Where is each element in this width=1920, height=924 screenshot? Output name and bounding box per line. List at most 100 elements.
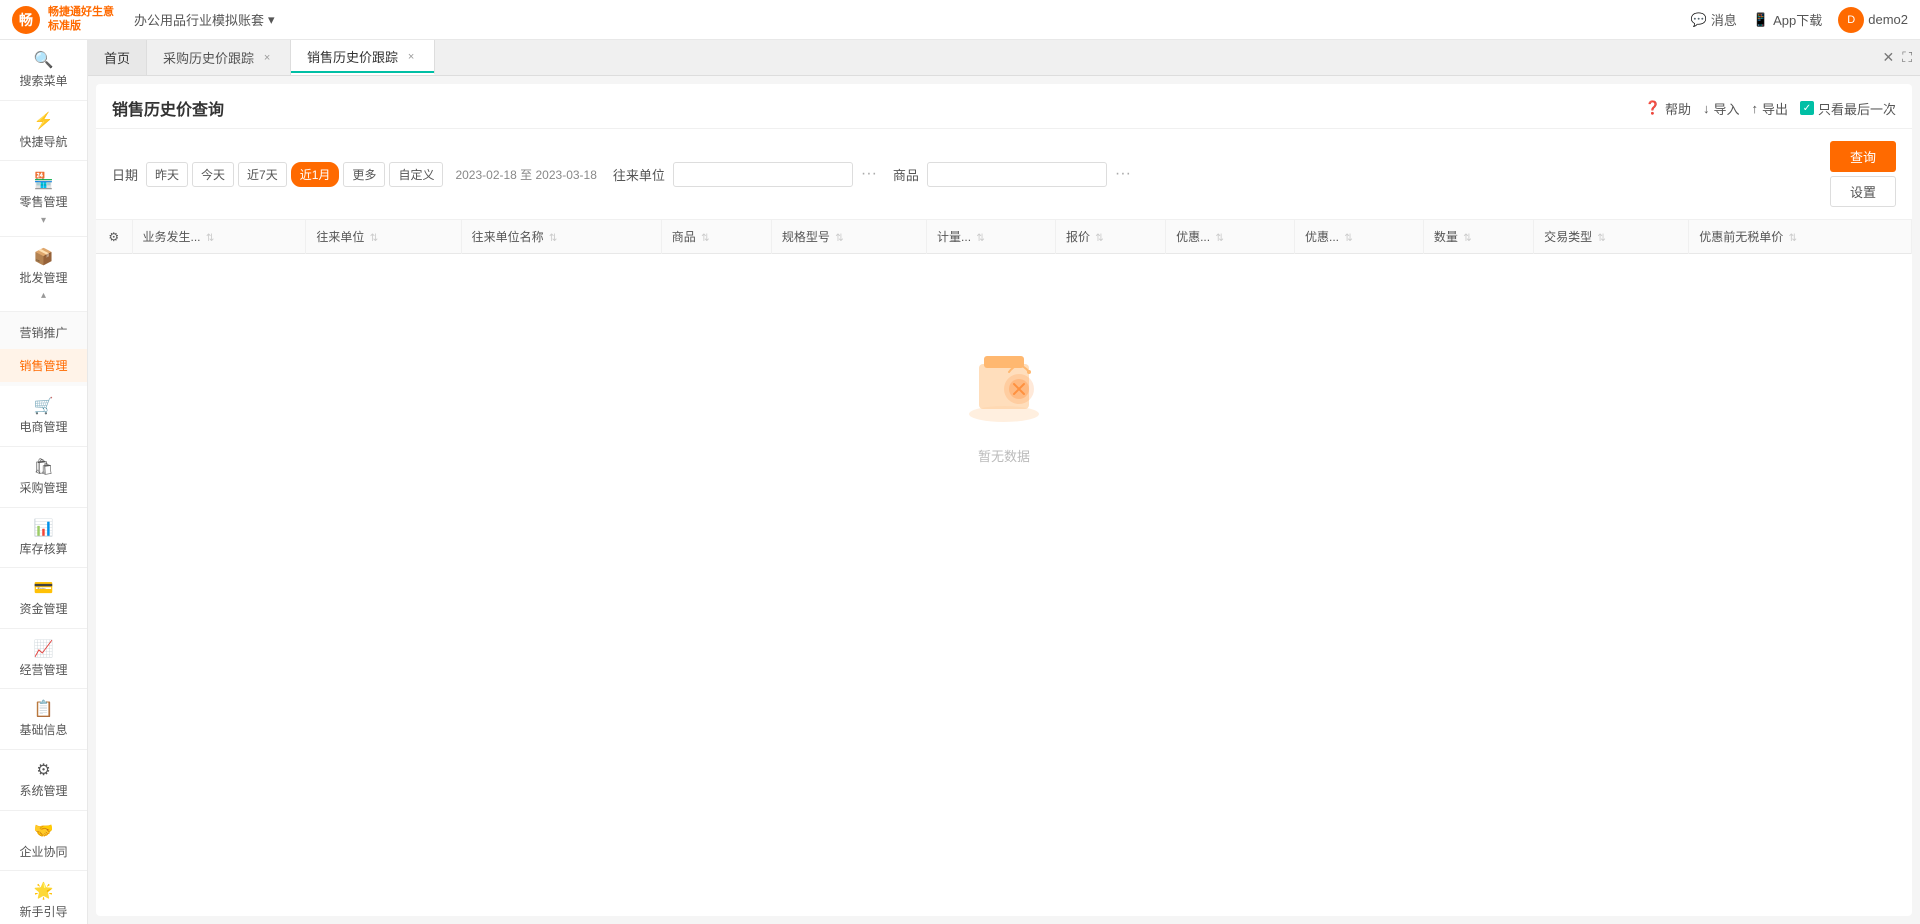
sidebar-item-finance[interactable]: 💳 资金管理 (0, 568, 87, 629)
date-btn-7days[interactable]: 近7天 (238, 162, 287, 187)
sidebar-item-enterprise[interactable]: 🤝 企业协同 (0, 811, 87, 872)
basic-icon: 📋 (34, 699, 54, 719)
export-btn[interactable]: ↑ 导出 (1751, 99, 1788, 118)
sidebar-item-purchase[interactable]: 🛍 采购管理 (0, 447, 87, 508)
svg-text:畅: 畅 (19, 12, 33, 28)
logo-area: 畅 畅捷通好生意 标准版 (12, 6, 114, 34)
message-btn[interactable]: 💬 消息 (1691, 10, 1737, 29)
tab-sales-close[interactable]: × (404, 50, 418, 64)
app-download-btn[interactable]: 📱 App下载 (1753, 10, 1822, 29)
sidebar-label-enterprise: 企业协同 (19, 845, 67, 861)
date-btn-today[interactable]: 今天 (192, 162, 234, 187)
retail-arrow: ▾ (41, 215, 46, 226)
col-pretax-price[interactable]: 优惠前无税单价 ⇅ (1689, 220, 1912, 254)
sort-icon-spec: ⇅ (835, 233, 843, 244)
tab-sales-label: 销售历史价跟踪 (307, 47, 398, 66)
sort-icon-discount1: ⇅ (1215, 233, 1223, 244)
sidebar-item-search[interactable]: 🔍 搜索菜单 (0, 40, 87, 101)
sidebar-item-retail[interactable]: 🏪 零售管理 ▾ (0, 161, 87, 237)
col-biz-date[interactable]: 业务发生... ⇅ (132, 220, 306, 254)
empty-state: 暂无数据 (96, 254, 1912, 545)
system-icon: ⚙ (36, 760, 50, 780)
partner-dots-btn[interactable]: ··· (861, 165, 877, 183)
col-discount1-label: 优惠... (1176, 230, 1210, 244)
user-area[interactable]: D demo2 (1838, 7, 1908, 33)
col-discount2-label: 优惠... (1305, 230, 1339, 244)
col-partner-name-label: 往来单位名称 (472, 230, 544, 244)
col-discount2[interactable]: 优惠... ⇅ (1295, 220, 1424, 254)
col-partner-code[interactable]: 往来单位 ⇅ (306, 220, 461, 254)
logo-icon: 畅 (12, 6, 40, 34)
col-quantity[interactable]: 数量 ⇅ (1423, 220, 1533, 254)
col-product[interactable]: 商品 ⇅ (661, 220, 771, 254)
product-dots-btn[interactable]: ··· (1115, 165, 1131, 183)
date-btn-custom[interactable]: 自定义 (389, 162, 443, 187)
wholesale-icon: 📦 (34, 247, 54, 267)
sidebar-label-ecommerce: 电商管理 (19, 420, 67, 436)
query-button[interactable]: 查询 (1830, 141, 1896, 172)
logo-text: 畅捷通好生意 标准版 (48, 6, 114, 32)
sidebar-item-sales[interactable]: 销售管理 (0, 349, 87, 382)
col-trade-type[interactable]: 交易类型 ⇅ (1534, 220, 1689, 254)
sidebar-item-system[interactable]: ⚙ 系统管理 (0, 750, 87, 811)
import-btn[interactable]: ↓ 导入 (1703, 99, 1740, 118)
sidebar-label-purchase: 采购管理 (19, 481, 67, 497)
tab-purchase-history[interactable]: 采购历史价跟踪 × (147, 40, 291, 75)
sidebar-label-system: 系统管理 (19, 784, 67, 800)
sidebar-label-operations: 经营管理 (19, 663, 67, 679)
page-content: 销售历史价查询 ❓ 帮助 ↓ 导入 ↑ 导出 ✓ (96, 84, 1912, 916)
finance-icon: 💳 (34, 578, 54, 598)
col-quantity-label: 数量 (1434, 230, 1458, 244)
wholesale-arrow: ▴ (41, 290, 46, 301)
sidebar-item-basic[interactable]: 📋 基础信息 (0, 689, 87, 750)
sidebar-item-shortcuts[interactable]: ⚡ 快捷导航 (0, 101, 87, 162)
tab-sales-history[interactable]: 销售历史价跟踪 × (291, 40, 435, 75)
sidebar-label-inventory: 库存核算 (19, 542, 67, 558)
main-layout: 🔍 搜索菜单 ⚡ 快捷导航 🏪 零售管理 ▾ 📦 批发管理 ▴ 营销推广 销售管… (0, 40, 1920, 924)
col-spec[interactable]: 规格型号 ⇅ (771, 220, 926, 254)
import-icon: ↓ (1703, 101, 1710, 116)
col-quote[interactable]: 报价 ⇅ (1055, 220, 1165, 254)
col-biz-date-label: 业务发生... (143, 230, 201, 244)
tab-close-btn[interactable]: ✕ (1882, 49, 1894, 66)
sidebar-item-newbie[interactable]: 🌟 新手引导 (0, 871, 87, 924)
sort-icon-product: ⇅ (701, 233, 709, 244)
sidebar-label-finance: 资金管理 (19, 602, 67, 618)
sort-icon-unit: ⇅ (976, 233, 984, 244)
sort-icon-trade-type: ⇅ (1597, 233, 1605, 244)
header-right: 💬 消息 📱 App下载 D demo2 (1691, 7, 1908, 33)
date-btn-yesterday[interactable]: 昨天 (146, 162, 188, 187)
help-btn[interactable]: ❓ 帮助 (1645, 99, 1691, 118)
sidebar-item-wholesale[interactable]: 📦 批发管理 ▴ (0, 237, 87, 313)
tab-purchase-close[interactable]: × (260, 51, 274, 65)
empty-icon (954, 334, 1054, 434)
tab-home-label: 首页 (104, 48, 130, 67)
sidebar-item-ecommerce[interactable]: 🛒 电商管理 (0, 386, 87, 447)
col-quote-label: 报价 (1066, 230, 1090, 244)
sidebar-item-inventory[interactable]: 📊 库存核算 (0, 508, 87, 569)
product-input[interactable] (927, 162, 1107, 187)
tab-home[interactable]: 首页 (88, 40, 147, 75)
date-label: 日期 (112, 165, 138, 184)
page-header: 销售历史价查询 ❓ 帮助 ↓ 导入 ↑ 导出 ✓ (96, 84, 1912, 129)
only-last-checkbox[interactable]: ✓ 只看最后一次 (1800, 99, 1896, 118)
tab-purchase-label: 采购历史价跟踪 (163, 48, 254, 67)
company-selector[interactable]: 办公用品行业模拟账套 ▾ (134, 10, 275, 29)
col-partner-name[interactable]: 往来单位名称 ⇅ (461, 220, 661, 254)
empty-text: 暂无数据 (978, 446, 1030, 465)
sidebar-item-operations[interactable]: 📈 经营管理 (0, 629, 87, 690)
shortcuts-icon: ⚡ (34, 111, 54, 131)
sidebar: 🔍 搜索菜单 ⚡ 快捷导航 🏪 零售管理 ▾ 📦 批发管理 ▴ 营销推广 销售管… (0, 40, 88, 924)
col-settings[interactable]: ⚙ (96, 220, 132, 254)
header-center: 办公用品行业模拟账套 ▾ (114, 10, 1691, 29)
tab-maximize-btn[interactable]: ⛶ (1902, 49, 1912, 66)
setting-button[interactable]: 设置 (1830, 176, 1896, 207)
partner-input[interactable] (673, 162, 853, 187)
col-spec-label: 规格型号 (782, 230, 830, 244)
sidebar-item-marketing[interactable]: 营销推广 (0, 316, 87, 349)
date-btn-1month[interactable]: 近1月 (291, 162, 340, 187)
date-btn-more[interactable]: 更多 (343, 162, 385, 187)
download-icon: 📱 (1753, 12, 1769, 28)
col-unit[interactable]: 计量... ⇅ (927, 220, 1056, 254)
col-discount1[interactable]: 优惠... ⇅ (1166, 220, 1295, 254)
